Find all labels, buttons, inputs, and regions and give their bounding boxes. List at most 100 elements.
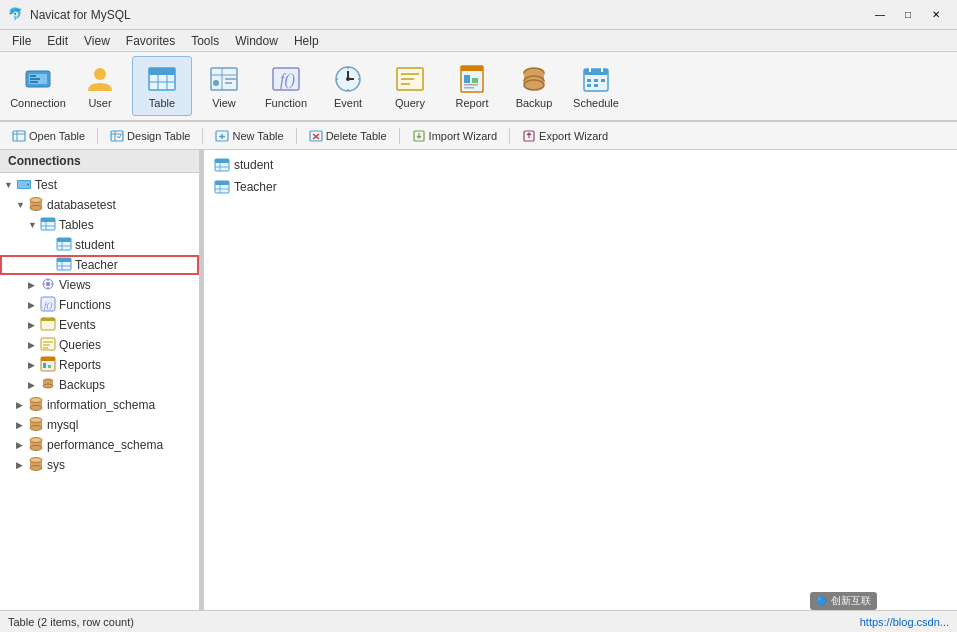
- tree-item-mysql-label: mysql: [47, 418, 78, 432]
- svg-point-120: [30, 457, 42, 462]
- tree-item-sys[interactable]: ▶ sys: [0, 455, 199, 475]
- svg-rect-41: [584, 69, 608, 75]
- toolbar-query[interactable]: Query: [380, 56, 440, 116]
- export-wizard-button[interactable]: Export Wizard: [516, 127, 614, 145]
- toolbar-user[interactable]: User: [70, 56, 130, 116]
- tree-item-reports-label: Reports: [59, 358, 101, 372]
- database-icon: [28, 196, 44, 215]
- toolbar-report[interactable]: Report: [442, 56, 502, 116]
- table-icon: [146, 63, 178, 95]
- list-item-student[interactable]: student: [208, 154, 953, 176]
- open-table-icon: [12, 129, 26, 143]
- main-area: Connections ▼ Test ▼ databasetest ▼: [0, 150, 957, 610]
- svg-point-5: [94, 68, 106, 80]
- tree-item-databasetest[interactable]: ▼ databasetest: [0, 195, 199, 215]
- expand-arrow-test: ▼: [4, 180, 16, 190]
- svg-point-20: [346, 77, 350, 81]
- teacher-table-icon: [214, 179, 230, 195]
- delete-table-icon: [309, 129, 323, 143]
- toolbar-schedule[interactable]: Schedule: [566, 56, 626, 116]
- toolbar-backup[interactable]: Backup: [504, 56, 564, 116]
- database-icon-5: [28, 456, 44, 475]
- menu-favorites[interactable]: Favorites: [118, 32, 183, 50]
- minimize-button[interactable]: —: [867, 5, 893, 25]
- design-table-button[interactable]: Design Table: [104, 127, 196, 145]
- list-item-teacher[interactable]: Teacher: [208, 176, 953, 198]
- tree-item-tables[interactable]: ▼ Tables: [0, 215, 199, 235]
- right-panel: student Teacher: [204, 150, 957, 610]
- toolbar-schedule-label: Schedule: [573, 97, 619, 109]
- toolbar-table[interactable]: Table: [132, 56, 192, 116]
- import-wizard-button[interactable]: Import Wizard: [406, 127, 503, 145]
- svg-rect-47: [587, 84, 591, 87]
- open-table-button[interactable]: Open Table: [6, 127, 91, 145]
- tree-item-queries[interactable]: ▶ Queries: [0, 335, 199, 355]
- table-row-icon: [56, 236, 72, 255]
- toolbar-view[interactable]: View: [194, 56, 254, 116]
- expand-arrow-sys: ▶: [16, 460, 28, 470]
- svg-point-111: [30, 425, 42, 430]
- menu-window[interactable]: Window: [227, 32, 286, 50]
- tree-item-databasetest-label: databasetest: [47, 198, 116, 212]
- events-icon: [40, 316, 56, 335]
- expand-arrow-performance-schema: ▶: [16, 440, 28, 450]
- toolbar-connection[interactable]: Connection: [8, 56, 68, 116]
- new-table-button[interactable]: New Table: [209, 127, 289, 145]
- tree-item-teacher-label: Teacher: [75, 258, 118, 272]
- delete-table-button[interactable]: Delete Table: [303, 127, 393, 145]
- tree-item-backups[interactable]: ▶ Backups: [0, 375, 199, 395]
- menu-bar: File Edit View Favorites Tools Window He…: [0, 30, 957, 52]
- expand-arrow-queries: ▶: [28, 340, 40, 350]
- view-icon: [208, 63, 240, 95]
- tree-item-views[interactable]: ▶ Views: [0, 275, 199, 295]
- watermark-icon: 🔷: [816, 596, 827, 606]
- tree-item-performance-schema[interactable]: ▶ performance_schema: [0, 435, 199, 455]
- svg-rect-31: [464, 75, 470, 83]
- separator-1: [97, 128, 98, 144]
- connections-header: Connections: [0, 150, 199, 173]
- tree-item-teacher[interactable]: ▶ Teacher: [0, 255, 199, 275]
- menu-help[interactable]: Help: [286, 32, 327, 50]
- separator-2: [202, 128, 203, 144]
- svg-point-69: [30, 197, 42, 202]
- new-table-icon: [215, 129, 229, 143]
- expand-arrow-backups: ▶: [28, 380, 40, 390]
- svg-rect-79: [57, 258, 71, 262]
- maximize-button[interactable]: □: [895, 5, 921, 25]
- tree-item-student[interactable]: ▶ student: [0, 235, 199, 255]
- svg-rect-100: [43, 363, 46, 368]
- toolbar-function[interactable]: f() Function: [256, 56, 316, 116]
- import-wizard-icon: [412, 129, 426, 143]
- svg-rect-75: [57, 238, 71, 242]
- separator-4: [399, 128, 400, 144]
- svg-point-108: [30, 397, 42, 402]
- event-icon: [332, 63, 364, 95]
- watermark: 🔷 创新互联: [810, 592, 877, 610]
- tree-item-backups-label: Backups: [59, 378, 105, 392]
- tree-item-events[interactable]: ▶ Events: [0, 315, 199, 335]
- separator-5: [509, 128, 510, 144]
- menu-tools[interactable]: Tools: [183, 32, 227, 50]
- status-left: Table (2 items, row count): [8, 616, 134, 628]
- svg-rect-126: [215, 181, 229, 185]
- report-icon: [456, 63, 488, 95]
- views-icon: [40, 276, 56, 295]
- toolbar-event-label: Event: [334, 97, 362, 109]
- tree-item-information-schema[interactable]: ▶ information_schema: [0, 395, 199, 415]
- tree-item-mysql[interactable]: ▶ mysql: [0, 415, 199, 435]
- tree-item-functions[interactable]: ▶ f() Functions: [0, 295, 199, 315]
- svg-rect-2: [30, 75, 36, 77]
- tree-item-test[interactable]: ▼ Test: [0, 175, 199, 195]
- menu-file[interactable]: File: [4, 32, 39, 50]
- tree-item-information-schema-label: information_schema: [47, 398, 155, 412]
- design-table-icon: [110, 129, 124, 143]
- toolbar-event[interactable]: Event: [318, 56, 378, 116]
- database-icon-3: [28, 416, 44, 435]
- menu-view[interactable]: View: [76, 32, 118, 50]
- svg-point-119: [30, 465, 42, 470]
- toolbar-report-label: Report: [455, 97, 488, 109]
- tree-item-reports[interactable]: ▶ Reports: [0, 355, 199, 375]
- menu-edit[interactable]: Edit: [39, 32, 76, 50]
- close-button[interactable]: ✕: [923, 5, 949, 25]
- svg-point-39: [524, 80, 544, 90]
